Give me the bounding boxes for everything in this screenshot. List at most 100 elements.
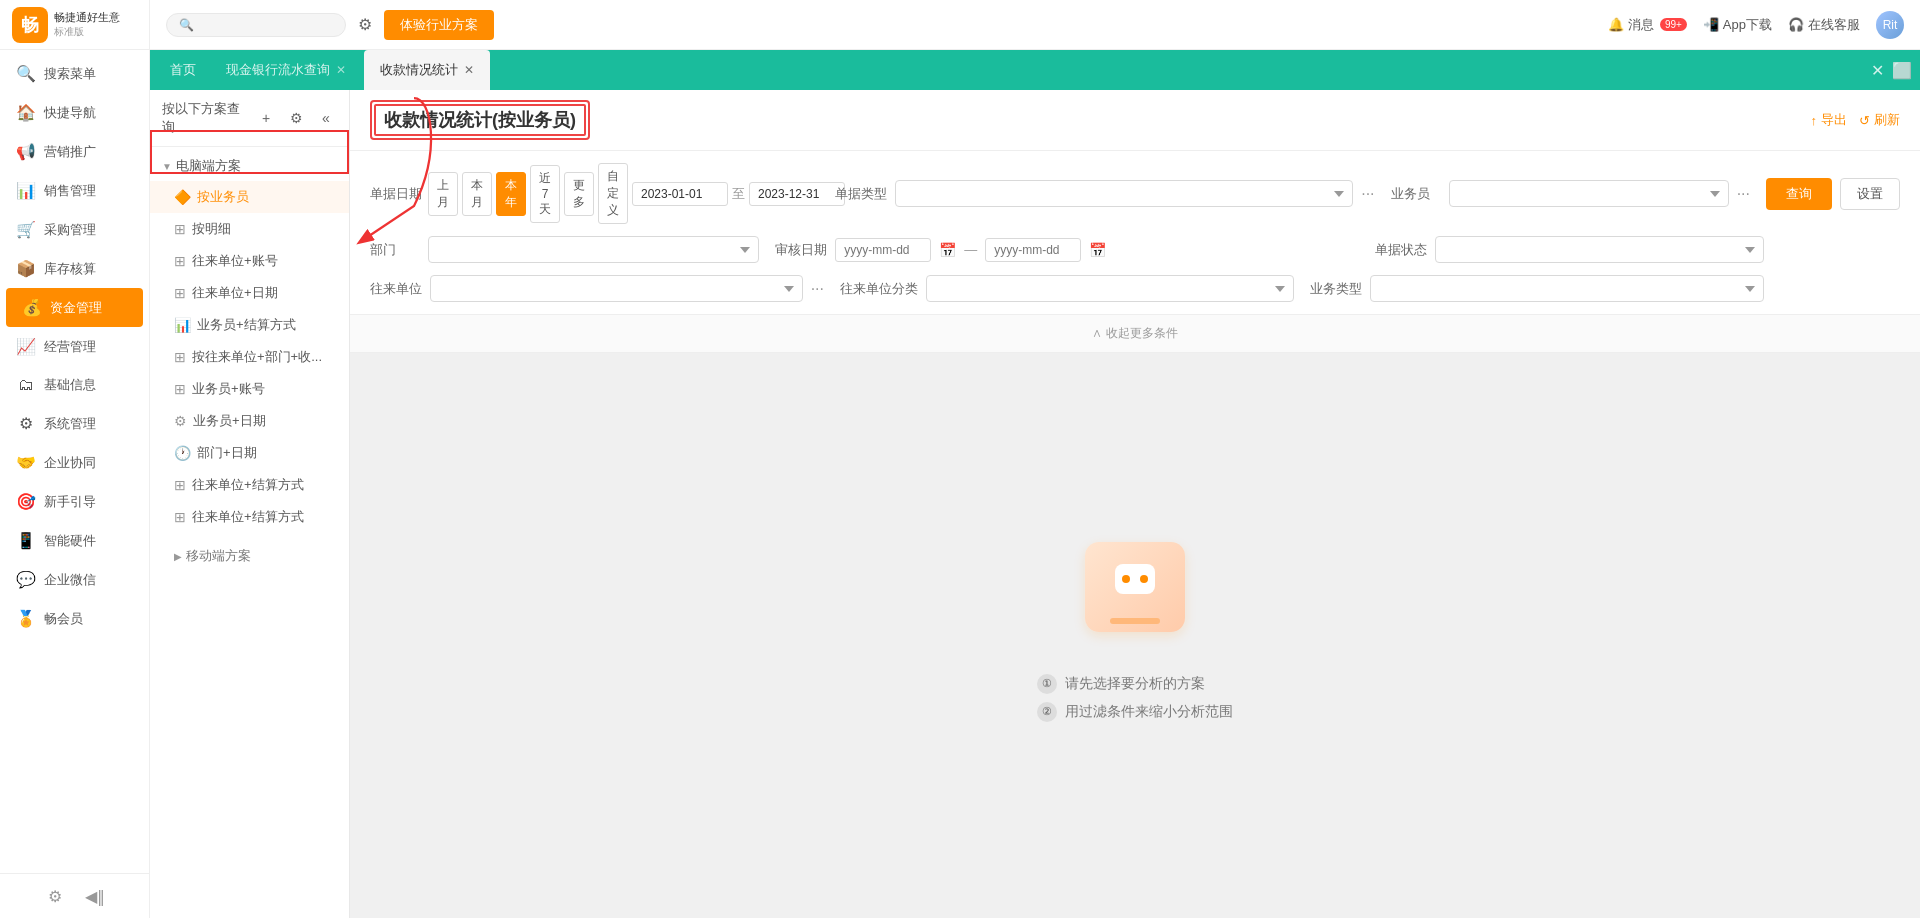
sidebar-item-search[interactable]: 🔍 搜索菜单 — [0, 54, 149, 93]
empty-step-2: ② 用过滤条件来缩小分析范围 — [1037, 702, 1233, 722]
sidebar-item-label: 经营管理 — [44, 338, 96, 356]
scheme-mobile-group-title[interactable]: ▶ 移动端方案 — [150, 541, 349, 571]
scheme-item-dept-date[interactable]: 🕐 部门+日期 — [150, 437, 349, 469]
sidebar-item-label: 系统管理 — [44, 415, 96, 433]
tab-bank-close[interactable]: ✕ — [336, 63, 346, 77]
topbar-gear-icon[interactable]: ⚙ — [358, 15, 372, 34]
sidebar-item-enterprise[interactable]: 🤝 企业协同 — [0, 443, 149, 482]
sidebar-item-sales[interactable]: 📊 销售管理 — [0, 171, 149, 210]
window-maximize-btn[interactable]: ⬜ — [1892, 61, 1912, 80]
salesperson-icon: 🔶 — [174, 189, 191, 205]
dept-select[interactable] — [428, 236, 759, 263]
query-btn[interactable]: 查询 — [1766, 178, 1832, 210]
doctype-select[interactable] — [895, 180, 1353, 207]
scheme-item-partner-dept[interactable]: ⊞ 按往来单位+部门+收... — [150, 341, 349, 373]
sidebar-item-label: 智能硬件 — [44, 532, 96, 550]
scheme-item-partner-settle[interactable]: ⊞ 往来单位+结算方式 — [150, 469, 349, 501]
sidebar-item-business[interactable]: 📈 经营管理 — [0, 327, 149, 366]
scheme-item-salesperson[interactable]: 🔶 按业务员 — [150, 181, 349, 213]
scheme-desktop-group-title[interactable]: ▼ 电脑端方案 — [150, 151, 349, 181]
date-btn-more[interactable]: 更多 — [564, 172, 594, 216]
calendar-icon-from[interactable]: 📅 — [939, 242, 956, 258]
scheme-item-sales-settle[interactable]: 📊 业务员+结算方式 — [150, 309, 349, 341]
scheme-item-label: 按业务员 — [197, 188, 249, 206]
page-header: 收款情况统计(按业务员) ↑ 导出 ↺ 刷新 — [350, 90, 1920, 151]
scheme-item-sales-date[interactable]: ⚙ 业务员+日期 — [150, 405, 349, 437]
salesperson-more-btn[interactable]: ··· — [1737, 185, 1750, 203]
calendar-icon-to[interactable]: 📅 — [1089, 242, 1106, 258]
topbar-search[interactable]: 🔍 — [166, 13, 346, 37]
business-type-select[interactable] — [1370, 275, 1764, 302]
finance-icon: 💰 — [22, 298, 42, 317]
date-btn-this-year[interactable]: 本年 — [496, 172, 526, 216]
scheme-item-sales-account[interactable]: ⊞ 业务员+账号 — [150, 373, 349, 405]
date-to-input[interactable] — [749, 182, 845, 206]
scheme-settings-btn[interactable]: ⚙ — [285, 107, 307, 129]
partner-account-icon: ⊞ — [174, 253, 186, 269]
date-range-group: 上月 本月 本年 近7天 更多 自定义 至 — [428, 163, 845, 224]
messages-label: 消息 — [1628, 16, 1654, 34]
tab-receipt[interactable]: 收款情况统计 ✕ — [364, 50, 490, 90]
settings-btn[interactable]: 设置 — [1840, 178, 1900, 210]
review-date-separator: — — [964, 242, 977, 257]
enterprise-icon: 🤝 — [16, 453, 36, 472]
trial-btn[interactable]: 体验行业方案 — [384, 10, 494, 40]
app-download-btn[interactable]: 📲 App下载 — [1703, 16, 1772, 34]
review-from-input[interactable] — [835, 238, 931, 262]
sidebar-item-basic[interactable]: 🗂 基础信息 — [0, 366, 149, 404]
partner-category-select[interactable] — [926, 275, 1294, 302]
sidebar-item-purchase[interactable]: 🛒 采购管理 — [0, 210, 149, 249]
date-btn-custom[interactable]: 自定义 — [598, 163, 628, 224]
sidebar-item-hardware[interactable]: 📱 智能硬件 — [0, 521, 149, 560]
review-to-input[interactable] — [985, 238, 1081, 262]
export-btn[interactable]: ↑ 导出 — [1811, 111, 1848, 129]
date-btn-7days[interactable]: 近7天 — [530, 165, 560, 223]
sidebar-item-member[interactable]: 🏅 畅会员 — [0, 599, 149, 638]
date-from-input[interactable] — [632, 182, 728, 206]
scheme-item-partner-account[interactable]: ⊞ 往来单位+账号 — [150, 245, 349, 277]
scheme-item-partner-settle2[interactable]: ⊞ 往来单位+结算方式 — [150, 501, 349, 533]
sidebar-item-nav[interactable]: 🏠 快捷导航 — [0, 93, 149, 132]
user-avatar[interactable]: Rit — [1876, 11, 1904, 39]
filter-partner-category-field: 往来单位分类 — [840, 275, 1294, 302]
sidebar-item-warehouse[interactable]: 📦 库存核算 — [0, 249, 149, 288]
empty-state: ① 请先选择要分析的方案 ② 用过滤条件来缩小分析范围 — [350, 353, 1920, 918]
docstatus-select[interactable] — [1435, 236, 1764, 263]
date-btn-this-month[interactable]: 本月 — [462, 172, 492, 216]
sidebar-item-guide[interactable]: 🎯 新手引导 — [0, 482, 149, 521]
messages-btn[interactable]: 🔔 消息 99+ — [1608, 16, 1687, 34]
sidebar-settings-btn[interactable]: ⚙ — [37, 882, 73, 910]
basic-icon: 🗂 — [16, 376, 36, 394]
bell-icon: 🔔 — [1608, 17, 1624, 32]
sidebar-item-label: 新手引导 — [44, 493, 96, 511]
refresh-btn[interactable]: ↺ 刷新 — [1859, 111, 1900, 129]
sidebar: 畅 畅捷通好生意 标准版 🔍 搜索菜单 🏠 快捷导航 📢 营销推广 📊 销售管理… — [0, 0, 150, 918]
scheme-collapse-btn[interactable]: « — [315, 107, 337, 129]
sidebar-collapse-btn[interactable]: ◀‖ — [77, 882, 113, 910]
refresh-label: 刷新 — [1874, 111, 1900, 129]
date-btn-last-month[interactable]: 上月 — [428, 172, 458, 216]
sidebar-item-marketing[interactable]: 📢 营销推广 — [0, 132, 149, 171]
sidebar-item-system[interactable]: ⚙ 系统管理 — [0, 404, 149, 443]
scheme-mobile-group: ▶ 移动端方案 — [150, 537, 349, 575]
doctype-more-btn[interactable]: ··· — [1361, 185, 1374, 203]
online-service-btn[interactable]: 🎧 在线客服 — [1788, 16, 1860, 34]
salesperson-select[interactable] — [1449, 180, 1729, 207]
review-label: 审核日期 — [775, 241, 827, 259]
tab-bank[interactable]: 现金银行流水查询 ✕ — [210, 50, 362, 90]
window-close-btn[interactable]: ✕ — [1871, 61, 1884, 80]
export-label: 导出 — [1821, 111, 1847, 129]
partner-select[interactable] — [430, 275, 803, 302]
partner-more-btn[interactable]: ··· — [811, 280, 824, 298]
tab-home[interactable]: 首页 — [158, 50, 208, 90]
partner-date-icon: ⊞ — [174, 285, 186, 301]
scheme-add-btn[interactable]: + — [255, 107, 277, 129]
scheme-item-detail[interactable]: ⊞ 按明细 — [150, 213, 349, 245]
scheme-mobile-label: 移动端方案 — [186, 547, 251, 565]
topbar-left: 🔍 ⚙ 体验行业方案 — [166, 10, 494, 40]
collapse-bar[interactable]: ∧ 收起更多条件 — [350, 315, 1920, 353]
sidebar-item-wechat[interactable]: 💬 企业微信 — [0, 560, 149, 599]
tab-receipt-close[interactable]: ✕ — [464, 63, 474, 77]
sidebar-item-finance[interactable]: 💰 资金管理 — [6, 288, 143, 327]
scheme-item-partner-date[interactable]: ⊞ 往来单位+日期 — [150, 277, 349, 309]
